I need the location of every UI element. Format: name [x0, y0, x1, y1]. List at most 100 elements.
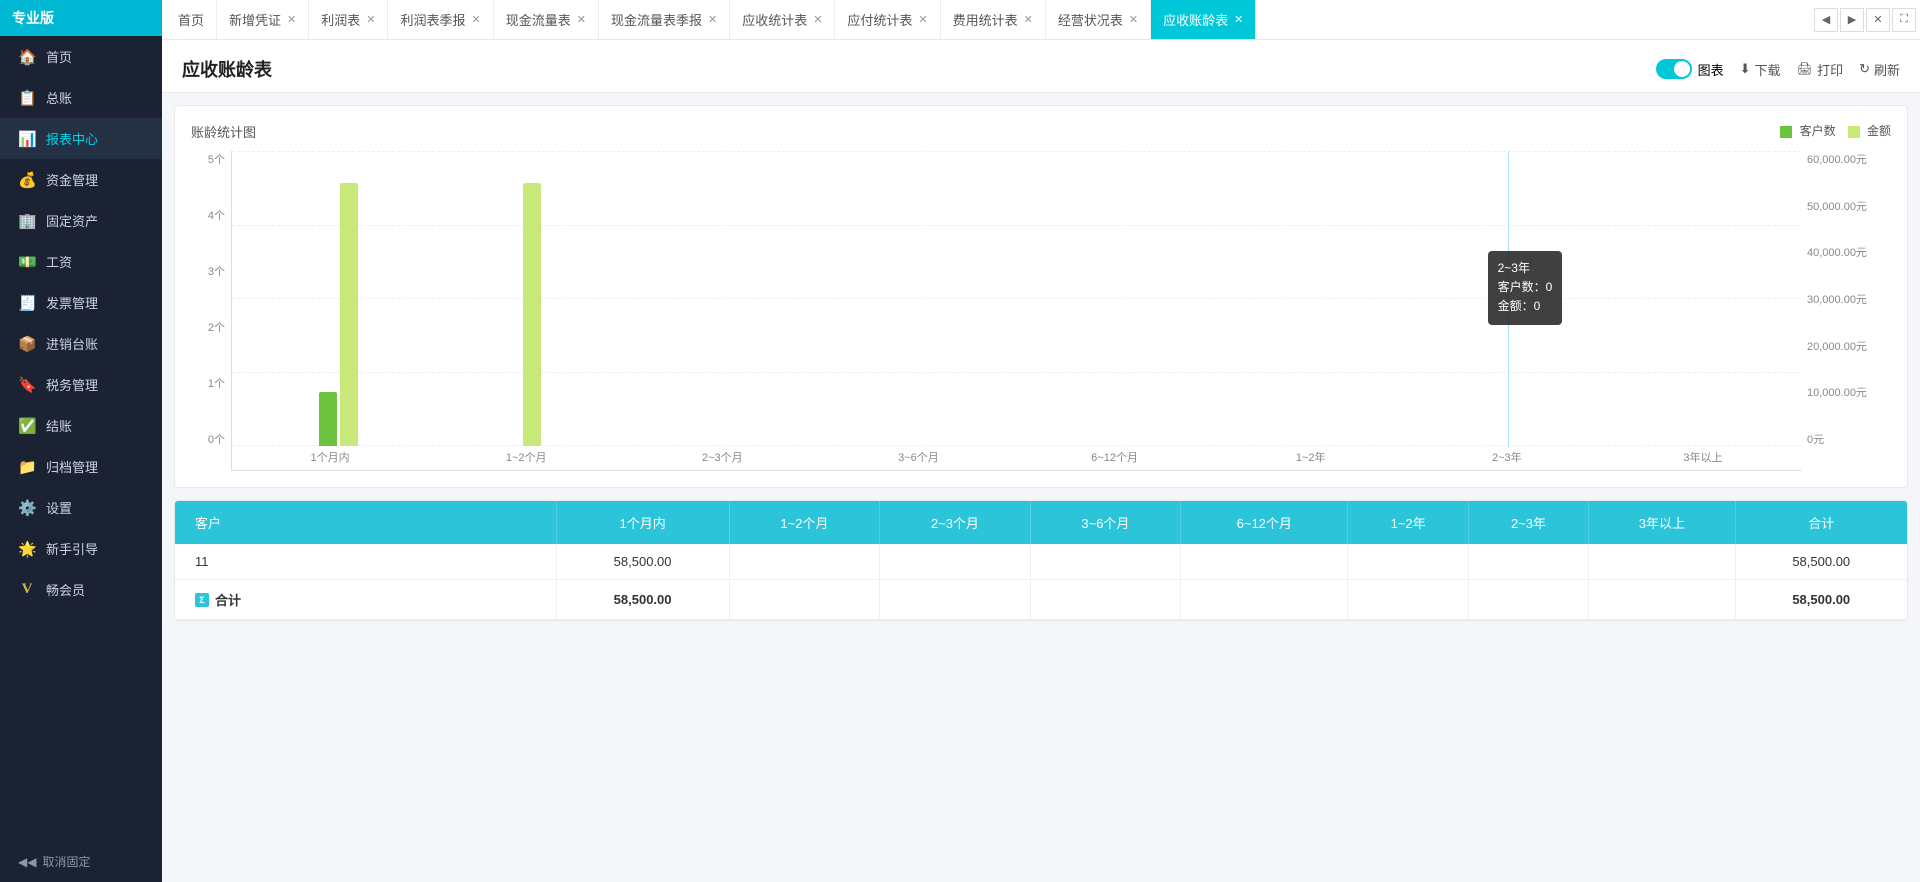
sidebar-item-settings[interactable]: ⚙️ 设置	[0, 487, 162, 528]
sidebar-item-tax[interactable]: 🔖 税务管理	[0, 364, 162, 405]
table-container: 客户 1个月内 1~2个月 2~3个月 3~6个月 6~12个月 1~2年 2~…	[174, 500, 1908, 621]
total-m1-2	[729, 580, 880, 620]
sidebar-item-capital[interactable]: 💰 资金管理	[0, 159, 162, 200]
bar-pair-0	[319, 176, 358, 446]
tab-close-business-stat[interactable]: ✕	[1129, 13, 1138, 26]
th-m1-2: 1~2个月	[729, 501, 880, 544]
th-total: 合计	[1735, 501, 1907, 544]
cell-m1: 58,500.00	[556, 544, 729, 580]
tab-cashflow-quarter[interactable]: 现金流量表季报 ✕	[599, 0, 730, 40]
main-area: 首页 新增凭证 ✕ 利润表 ✕ 利润表季报 ✕ 现金流量表 ✕ 现金流量表季报 …	[162, 0, 1920, 882]
sidebar-item-inventory[interactable]: 📦 进销台账	[0, 323, 162, 364]
sidebar-item-closing[interactable]: ✅ 结账	[0, 405, 162, 446]
chart-toggle[interactable]: 图表	[1656, 59, 1724, 79]
tab-close-cashflow[interactable]: ✕	[577, 13, 586, 26]
chart-inner: 1个月内1~2个月2~3个月3~6个月6~12个月1~2年2~3年3年以上 2~…	[231, 151, 1801, 471]
refresh-icon: ↻	[1859, 61, 1870, 77]
table-total-row: Σ 合计 58,500.00 58,500.00	[175, 580, 1907, 620]
sidebar-logo: 专业版	[0, 0, 162, 36]
tab-close-voucher[interactable]: ✕	[287, 13, 296, 26]
x-label-2: 2~3个月	[624, 446, 820, 470]
sidebar-collapse[interactable]: ◀◀ 取消固定	[0, 841, 162, 882]
tab-close-all-button[interactable]: ✕	[1866, 8, 1890, 32]
tab-profit[interactable]: 利润表 ✕	[309, 0, 388, 40]
refresh-button[interactable]: ↻ 刷新	[1859, 60, 1900, 79]
y-axis-left: 5个 4个 3个 2个 1个 0个	[191, 151, 231, 471]
salary-icon: 💵	[18, 253, 36, 271]
page-content: 应收账龄表 图表 ⬇ 下载 🖨 打印 ↻ 刷新	[162, 40, 1920, 882]
sidebar-item-ledger[interactable]: 📋 总账	[0, 77, 162, 118]
tab-profit-quarter[interactable]: 利润表季报 ✕	[388, 0, 493, 40]
download-icon: ⬇	[1740, 61, 1751, 77]
tab-close-aging[interactable]: ✕	[1234, 13, 1243, 26]
bar-amount-1	[523, 183, 541, 446]
capital-icon: 💰	[18, 171, 36, 189]
th-m6-12: 6~12个月	[1181, 501, 1348, 544]
legend-amount-dot	[1848, 126, 1860, 138]
tab-home[interactable]: 首页	[166, 0, 217, 40]
tab-cashflow[interactable]: 现金流量表 ✕	[494, 0, 599, 40]
legend-amount: 金额	[1848, 122, 1891, 139]
sidebar-item-report[interactable]: 📊 报表中心	[0, 118, 162, 159]
sidebar-item-assets[interactable]: 🏢 固定资产	[0, 200, 162, 241]
tab-next-button[interactable]: ▶	[1840, 8, 1864, 32]
download-button[interactable]: ⬇ 下载	[1740, 60, 1781, 79]
inventory-icon: 📦	[18, 335, 36, 353]
total-m6-12	[1181, 580, 1348, 620]
sidebar-item-home[interactable]: 🏠 首页	[0, 36, 162, 77]
cell-m2-3	[880, 544, 1031, 580]
tab-close-cashflow-quarter[interactable]: ✕	[708, 13, 717, 26]
toggle-track[interactable]	[1656, 59, 1692, 79]
bar-group-5	[1210, 176, 1404, 446]
bar-amount-0	[340, 183, 358, 446]
report-icon: 📊	[18, 130, 36, 148]
cell-y1-2	[1348, 544, 1468, 580]
sidebar-item-salary[interactable]: 💵 工资	[0, 241, 162, 282]
bar-group-2	[629, 176, 823, 446]
collapse-icon: ◀◀	[18, 855, 36, 869]
total-icon: Σ	[195, 593, 209, 607]
sidebar-item-guide[interactable]: 🌟 新手引导	[0, 528, 162, 569]
cell-y2-3	[1468, 544, 1588, 580]
tab-voucher[interactable]: 新增凭证 ✕	[217, 0, 309, 40]
cell-m3-6	[1030, 544, 1181, 580]
table-body: 11 58,500.00 58,500.00	[175, 544, 1907, 620]
x-label-1: 1~2个月	[428, 446, 624, 470]
total-m1: 58,500.00	[556, 580, 729, 620]
home-icon: 🏠	[18, 48, 36, 66]
tab-close-receivable-stat[interactable]: ✕	[813, 13, 822, 26]
x-label-6: 2~3年	[1409, 446, 1605, 470]
th-m1: 1个月内	[556, 501, 729, 544]
chart-container: 账龄统计图 客户数 金额 5个 4个 3个 2个 1个	[174, 105, 1908, 488]
bar-group-7	[1597, 176, 1791, 446]
tab-close-expense-stat[interactable]: ✕	[1024, 13, 1033, 26]
total-y3	[1589, 580, 1735, 620]
total-m3-6	[1030, 580, 1181, 620]
tab-fullscreen-button[interactable]: ⛶	[1892, 8, 1916, 32]
tab-payable-stat[interactable]: 应付统计表 ✕	[835, 0, 940, 40]
archive-icon: 📁	[18, 458, 36, 476]
tab-nav-buttons: ◀ ▶ ✕ ⛶	[1814, 8, 1916, 32]
print-button[interactable]: 🖨 打印	[1797, 60, 1844, 79]
sidebar-item-vip[interactable]: V 畅会员	[0, 569, 162, 610]
cell-m6-12	[1181, 544, 1348, 580]
sidebar-item-invoice[interactable]: 🧾 发票管理	[0, 282, 162, 323]
tab-close-profit[interactable]: ✕	[366, 13, 375, 26]
tab-receivable-stat[interactable]: 应收统计表 ✕	[730, 0, 835, 40]
chart-area: 5个 4个 3个 2个 1个 0个	[191, 151, 1891, 471]
tab-prev-button[interactable]: ◀	[1814, 8, 1838, 32]
sidebar: 专业版 🏠 首页 📋 总账 📊 报表中心 💰 资金管理 🏢 固定资产 💵 工资 …	[0, 0, 162, 882]
sidebar-item-archive[interactable]: 📁 归档管理	[0, 446, 162, 487]
tab-expense-stat[interactable]: 费用统计表 ✕	[941, 0, 1046, 40]
cell-customer: 11	[175, 544, 556, 580]
settings-icon: ⚙️	[18, 499, 36, 517]
tab-bar: 首页 新增凭证 ✕ 利润表 ✕ 利润表季报 ✕ 现金流量表 ✕ 现金流量表季报 …	[162, 0, 1920, 40]
bars-area	[232, 151, 1801, 446]
x-label-4: 6~12个月	[1017, 446, 1213, 470]
tab-business-stat[interactable]: 经营状况表 ✕	[1046, 0, 1151, 40]
tab-close-profit-quarter[interactable]: ✕	[472, 13, 481, 26]
cell-m1-2	[729, 544, 880, 580]
tab-aging[interactable]: 应收账龄表 ✕	[1151, 0, 1256, 40]
table-row: 11 58,500.00 58,500.00	[175, 544, 1907, 580]
tab-close-payable-stat[interactable]: ✕	[918, 13, 927, 26]
